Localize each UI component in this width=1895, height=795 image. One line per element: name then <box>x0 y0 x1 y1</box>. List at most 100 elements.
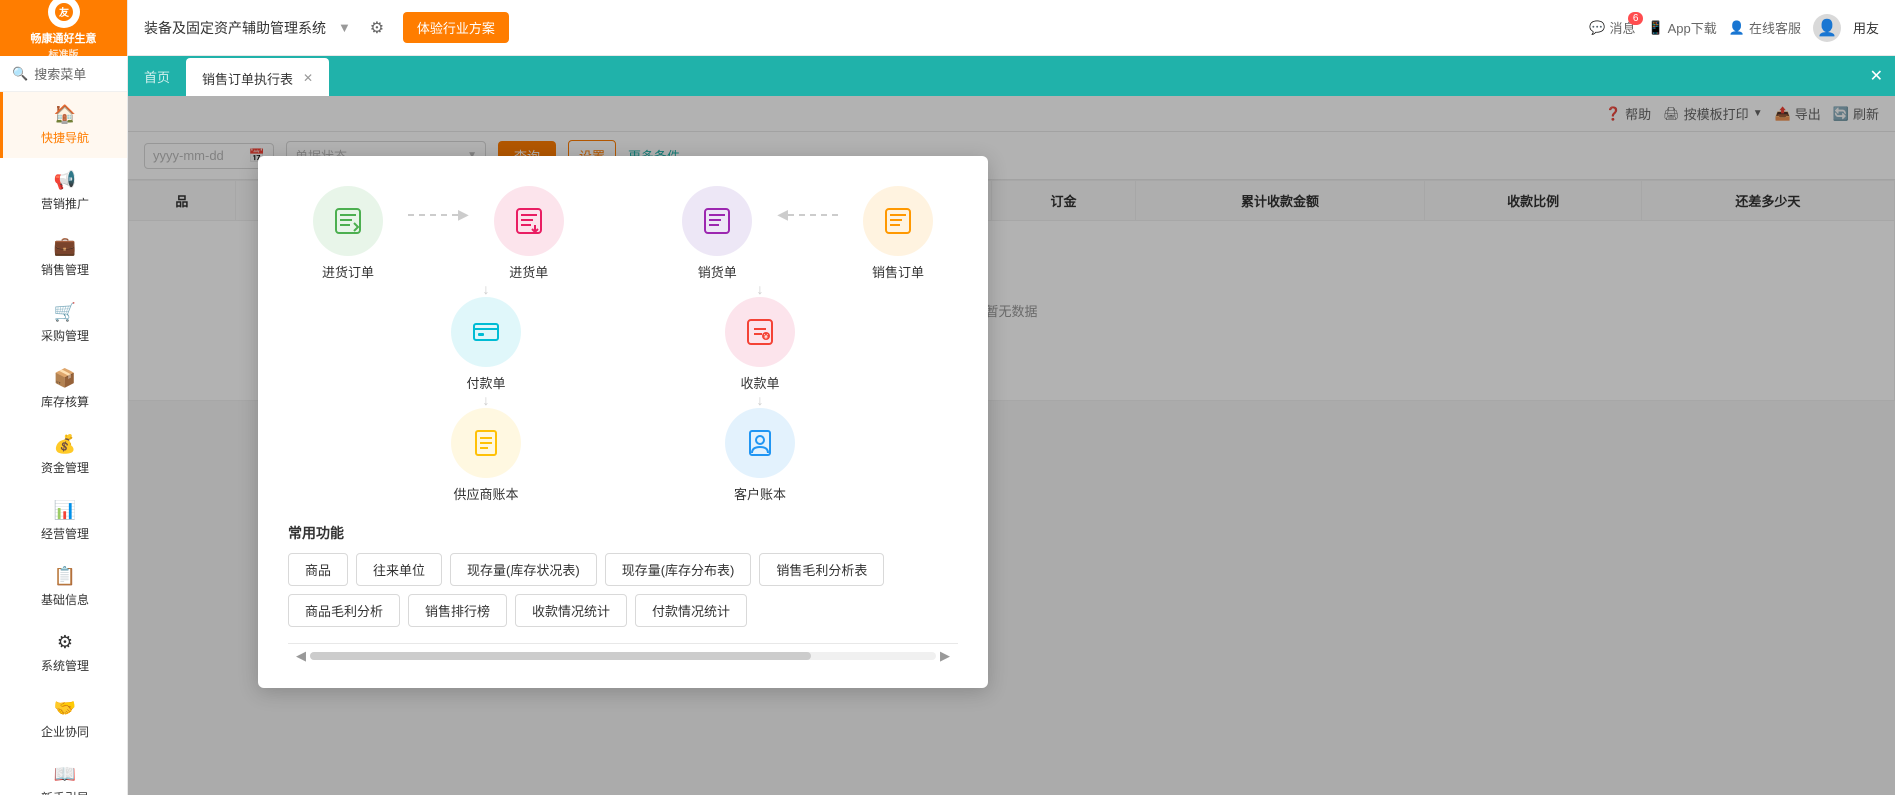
online-service-label: 在线客服 <box>1749 18 1801 37</box>
purchase-order-label: 进货订单 <box>322 262 374 281</box>
message-button[interactable]: 💬 6 消息 <box>1589 18 1635 37</box>
online-service-button[interactable]: 👤 在线客服 <box>1729 18 1801 37</box>
app-download-label: App下载 <box>1668 18 1717 37</box>
tabbar: 首页 销售订单执行表 ✕ ✕ <box>128 56 1895 96</box>
sidebar-item-quick-nav[interactable]: 🏠 快捷导航 <box>0 92 127 158</box>
quick-nav-icon: 🏠 <box>54 104 76 125</box>
sales-bill-node[interactable]: 销货单 <box>657 186 777 281</box>
inventory-icon: 📦 <box>54 368 76 389</box>
payment-bill-node[interactable]: 付款单 <box>426 297 546 392</box>
content-area: ❓ 帮助 🖨 按模板打印 ▼ 📤 导出 🔄 刷新 <box>128 96 1895 795</box>
sales-order-label: 销售订单 <box>872 262 924 281</box>
sales-icon: 💼 <box>54 236 76 257</box>
purchase-bill-icon[interactable] <box>494 186 564 256</box>
tab-close-icon[interactable]: ✕ <box>303 71 313 85</box>
topbar: 装备及固定资产辅助管理系统 ▼ ⚙ 体验行业方案 💬 6 消息 📱 App下载 … <box>128 0 1895 56</box>
sidebar-item-enterprise[interactable]: 🤝 企业协同 <box>0 686 127 752</box>
common-btn-stock-status[interactable]: 现存量(库存状况表) <box>450 553 597 586</box>
scroll-left-icon[interactable]: ◀ <box>296 648 306 664</box>
sidebar-logo: 友 畅康通好生意 标准版 <box>0 0 127 56</box>
basic-info-icon: 📋 <box>54 566 76 587</box>
sidebar-item-label: 快捷导航 <box>41 129 89 146</box>
supplier-ledger-icon[interactable] <box>451 408 521 478</box>
sidebar-item-label: 系统管理 <box>41 657 89 674</box>
receipt-bill-node[interactable]: ¥ 收款单 <box>700 297 820 392</box>
download-icon: 📱 <box>1647 20 1663 36</box>
sidebar-item-label: 采购管理 <box>41 327 89 344</box>
sales-order-icon[interactable] <box>863 186 933 256</box>
sidebar-item-basic-info[interactable]: 📋 基础信息 <box>0 554 127 620</box>
sales-bill-icon[interactable] <box>682 186 752 256</box>
common-title: 常用功能 <box>288 523 958 543</box>
sidebar-item-label: 企业协同 <box>41 723 89 740</box>
receipt-bill-label: 收款单 <box>740 373 779 392</box>
common-btn-stock-dist[interactable]: 现存量(库存分布表) <box>605 553 752 586</box>
sidebar-item-label: 营销推广 <box>41 195 89 212</box>
sidebar-item-guide[interactable]: 📖 新手引导 <box>0 752 127 795</box>
sidebar-item-system[interactable]: ⚙ 系统管理 <box>0 620 127 686</box>
payment-bill-label: 付款单 <box>466 373 505 392</box>
purchase-order-icon[interactable] <box>313 186 383 256</box>
purchase-order-node[interactable]: 进货订单 <box>288 186 408 281</box>
message-icon: 💬 <box>1589 20 1605 36</box>
tab-home[interactable]: 首页 <box>128 56 186 96</box>
common-btn-sales-profit[interactable]: 销售毛利分析表 <box>759 553 884 586</box>
dropdown-arrow[interactable]: ▼ <box>338 20 351 35</box>
avatar: 👤 <box>1813 14 1841 42</box>
sidebar-item-label: 经营管理 <box>41 525 89 542</box>
customer-ledger-icon[interactable] <box>725 408 795 478</box>
system-title: 装备及固定资产辅助管理系统 <box>144 18 326 38</box>
sidebar-item-label: 库存核算 <box>41 393 89 410</box>
logo-text: 畅康通好生意 <box>31 30 97 46</box>
customer-ledger-node[interactable]: 客户账本 <box>700 408 820 503</box>
purchase-bill-label: 进货单 <box>509 262 548 281</box>
supplier-ledger-node[interactable]: 供应商账本 <box>426 408 546 503</box>
quick-nav-popup: 进货订单 ▶ 进货单 <box>258 156 988 688</box>
search-icon: 🔍 <box>12 66 28 82</box>
common-section: 常用功能 商品 往来单位 现存量(库存状况表) 现存量(库存分布表) 销售毛利分… <box>288 523 958 627</box>
sidebar-item-operations[interactable]: 📊 经营管理 <box>0 488 127 554</box>
sidebar-item-label: 新手引导 <box>41 789 89 795</box>
scroll-bar[interactable]: ◀ ▶ <box>288 643 958 668</box>
purchase-icon: 🛒 <box>54 302 76 323</box>
sidebar-item-sales[interactable]: 💼 销售管理 <box>0 224 127 290</box>
sidebar-item-label: 资金管理 <box>41 459 89 476</box>
common-btn-goods[interactable]: 商品 <box>288 553 348 586</box>
sidebar-item-inventory[interactable]: 📦 库存核算 <box>0 356 127 422</box>
tab-home-label: 首页 <box>144 67 170 86</box>
supplier-ledger-label: 供应商账本 <box>453 484 518 503</box>
sidebar-item-label: 基础信息 <box>41 591 89 608</box>
payment-bill-icon[interactable] <box>451 297 521 367</box>
common-btn-payment-stats[interactable]: 付款情况统计 <box>635 594 747 627</box>
sales-bill-label: 销货单 <box>698 262 737 281</box>
sidebar-item-marketing[interactable]: 📢 营销推广 <box>0 158 127 224</box>
avatar-icon: 👤 <box>1817 18 1837 38</box>
sidebar-item-purchase[interactable]: 🛒 采购管理 <box>0 290 127 356</box>
trial-button[interactable]: 体验行业方案 <box>403 12 509 43</box>
svg-text:¥: ¥ <box>764 334 768 341</box>
sidebar-search-btn[interactable]: 🔍 搜索菜单 <box>0 56 127 92</box>
sidebar-item-finance[interactable]: 💰 资金管理 <box>0 422 127 488</box>
tabbar-close-icon[interactable]: ✕ <box>1870 66 1883 86</box>
logo-sub: 标准版 <box>49 46 79 61</box>
sidebar-item-label: 销售管理 <box>41 261 89 278</box>
common-btn-goods-profit[interactable]: 商品毛利分析 <box>288 594 400 627</box>
system-icon: ⚙ <box>57 632 73 653</box>
svg-text:友: 友 <box>59 6 69 19</box>
scroll-thumb[interactable] <box>310 652 811 660</box>
common-btn-receipt-stats[interactable]: 收款情况统计 <box>515 594 627 627</box>
customer-ledger-label: 客户账本 <box>734 484 786 503</box>
common-btn-partners[interactable]: 往来单位 <box>356 553 442 586</box>
tab-sales-order[interactable]: 销售订单执行表 ✕ <box>186 58 329 98</box>
sidebar-nav: 🏠 快捷导航 📢 营销推广 💼 销售管理 🛒 采购管理 📦 库存核算 💰 <box>0 92 127 795</box>
sales-order-node[interactable]: 销售订单 <box>838 186 958 281</box>
settings-button[interactable]: ⚙ <box>363 14 391 42</box>
marketing-icon: 📢 <box>54 170 76 191</box>
purchase-bill-node[interactable]: 进货单 <box>469 186 589 281</box>
scroll-right-icon[interactable]: ▶ <box>940 648 950 664</box>
app-download-button[interactable]: 📱 App下载 <box>1647 18 1716 37</box>
search-label: 搜索菜单 <box>34 64 86 83</box>
common-btn-sales-ranking[interactable]: 销售排行榜 <box>408 594 507 627</box>
receipt-bill-icon[interactable]: ¥ <box>725 297 795 367</box>
guide-icon: 📖 <box>54 764 76 785</box>
